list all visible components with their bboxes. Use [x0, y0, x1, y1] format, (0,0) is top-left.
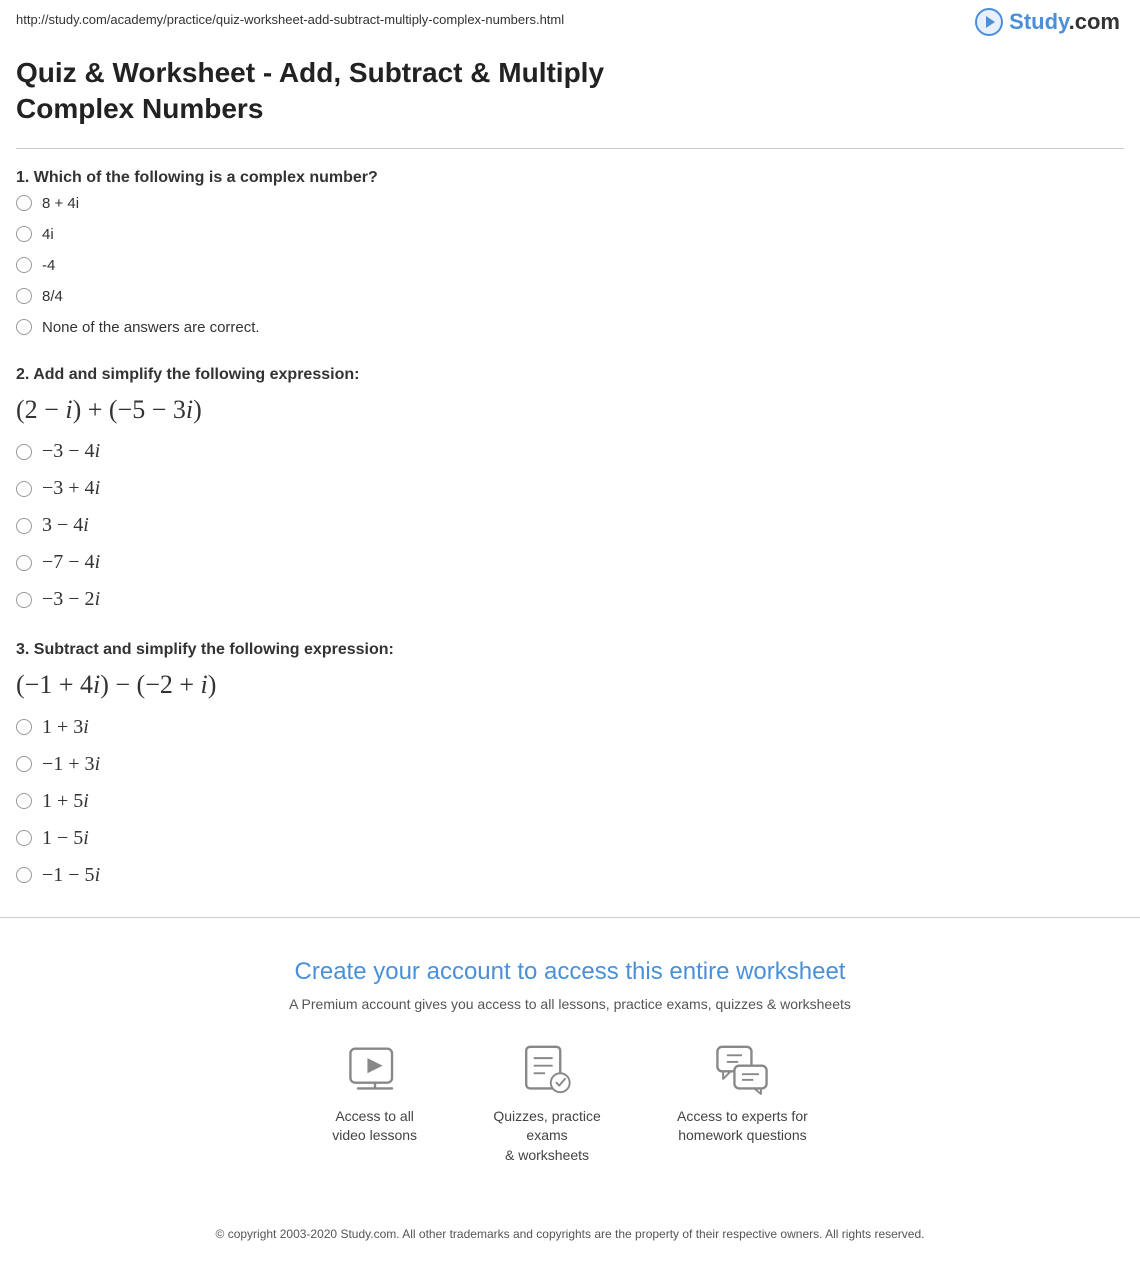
option-2-3[interactable]: 3 − 4i	[16, 514, 1124, 537]
option-3-1-label: 1 + 3i	[42, 716, 89, 739]
radio-3-5[interactable]	[16, 867, 32, 883]
option-2-2[interactable]: −3 + 4i	[16, 477, 1124, 500]
option-3-3-label: 1 + 5i	[42, 790, 89, 813]
question-1-text: 1. Which of the following is a complex n…	[16, 169, 1124, 187]
radio-3-4[interactable]	[16, 830, 32, 846]
radio-2-2[interactable]	[16, 481, 32, 497]
option-2-3-label: 3 − 4i	[42, 514, 89, 537]
url-bar: http://study.com/academy/practice/quiz-w…	[0, 0, 1140, 35]
question-3: 3. Subtract and simplify the following e…	[16, 641, 1124, 886]
option-3-1[interactable]: 1 + 3i	[16, 716, 1124, 739]
option-1-5[interactable]: None of the answers are correct.	[16, 319, 1124, 336]
question-2-math: (2 − i) + (−5 − 3i)	[16, 392, 1124, 428]
radio-2-3[interactable]	[16, 518, 32, 534]
bottom-divider	[0, 917, 1140, 918]
feature-quizzes-label: Quizzes, practice exams& worksheets	[477, 1107, 617, 1166]
page-title: Quiz & Worksheet - Add, Subtract & Multi…	[0, 35, 720, 138]
radio-3-1[interactable]	[16, 719, 32, 735]
option-1-2-label: 4i	[42, 226, 54, 243]
option-2-2-label: −3 + 4i	[42, 477, 100, 500]
radio-1-1[interactable]	[16, 195, 32, 211]
option-2-4[interactable]: −7 − 4i	[16, 551, 1124, 574]
option-1-2[interactable]: 4i	[16, 226, 1124, 243]
option-3-2-label: −1 + 3i	[42, 753, 100, 776]
question-3-math: (−1 + 4i) − (−2 + i)	[16, 667, 1124, 703]
option-1-4-label: 8/4	[42, 288, 63, 305]
radio-2-1[interactable]	[16, 444, 32, 460]
radio-1-2[interactable]	[16, 226, 32, 242]
radio-2-4[interactable]	[16, 555, 32, 571]
cta-title: Create your account to access this entir…	[16, 958, 1124, 986]
option-2-5[interactable]: −3 − 2i	[16, 588, 1124, 611]
option-1-3[interactable]: -4	[16, 257, 1124, 274]
radio-2-5[interactable]	[16, 592, 32, 608]
option-3-5-label: −1 − 5i	[42, 864, 100, 887]
question-3-options: 1 + 3i −1 + 3i 1 + 5i 1 − 5i −1 − 5i	[16, 716, 1124, 887]
footer: © copyright 2003-2020 Study.com. All oth…	[0, 1205, 1140, 1264]
logo-icon	[975, 8, 1003, 36]
feature-experts-label: Access to experts forhomework questions	[677, 1107, 808, 1146]
option-3-3[interactable]: 1 + 5i	[16, 790, 1124, 813]
option-3-5[interactable]: −1 − 5i	[16, 864, 1124, 887]
cta-subtitle: A Premium account gives you access to al…	[16, 996, 1124, 1012]
features-row: Access to allvideo lessons Quizzes, prac…	[16, 1042, 1124, 1166]
question-1-options: 8 + 4i 4i -4 8/4 None of the answers are…	[16, 195, 1124, 336]
feature-video-label: Access to allvideo lessons	[332, 1107, 417, 1146]
cta-section: Create your account to access this entir…	[0, 938, 1140, 1206]
radio-1-3[interactable]	[16, 257, 32, 273]
option-1-1-label: 8 + 4i	[42, 195, 79, 212]
option-1-5-label: None of the answers are correct.	[42, 319, 260, 336]
play-icon	[986, 16, 995, 28]
feature-quizzes: Quizzes, practice exams& worksheets	[477, 1042, 617, 1166]
radio-1-5[interactable]	[16, 319, 32, 335]
question-2: 2. Add and simplify the following expres…	[16, 366, 1124, 611]
question-2-text: 2. Add and simplify the following expres…	[16, 366, 1124, 384]
option-2-4-label: −7 − 4i	[42, 551, 100, 574]
experts-icon	[712, 1042, 772, 1097]
option-2-1[interactable]: −3 − 4i	[16, 440, 1124, 463]
radio-1-4[interactable]	[16, 288, 32, 304]
option-1-4[interactable]: 8/4	[16, 288, 1124, 305]
logo: Study.com	[975, 8, 1120, 36]
feature-experts: Access to experts forhomework questions	[677, 1042, 808, 1166]
question-3-text: 3. Subtract and simplify the following e…	[16, 641, 1124, 659]
logo-study: Study	[1009, 9, 1068, 34]
feature-video: Access to allvideo lessons	[332, 1042, 417, 1166]
option-2-1-label: −3 − 4i	[42, 440, 100, 463]
option-3-2[interactable]: −1 + 3i	[16, 753, 1124, 776]
question-2-options: −3 − 4i −3 + 4i 3 − 4i −7 − 4i −3 − 2i	[16, 440, 1124, 611]
option-3-4-label: 1 − 5i	[42, 827, 89, 850]
quiz-icon	[517, 1042, 577, 1097]
video-icon	[345, 1042, 405, 1097]
radio-3-2[interactable]	[16, 756, 32, 772]
question-1: 1. Which of the following is a complex n…	[16, 169, 1124, 336]
option-3-4[interactable]: 1 − 5i	[16, 827, 1124, 850]
option-1-1[interactable]: 8 + 4i	[16, 195, 1124, 212]
option-1-3-label: -4	[42, 257, 55, 274]
option-2-5-label: −3 − 2i	[42, 588, 100, 611]
content-area: 1. Which of the following is a complex n…	[0, 169, 1140, 887]
title-divider	[16, 148, 1124, 149]
radio-3-3[interactable]	[16, 793, 32, 809]
logo-text: Study.com	[1009, 9, 1120, 35]
logo-dot-com: .com	[1069, 9, 1120, 34]
